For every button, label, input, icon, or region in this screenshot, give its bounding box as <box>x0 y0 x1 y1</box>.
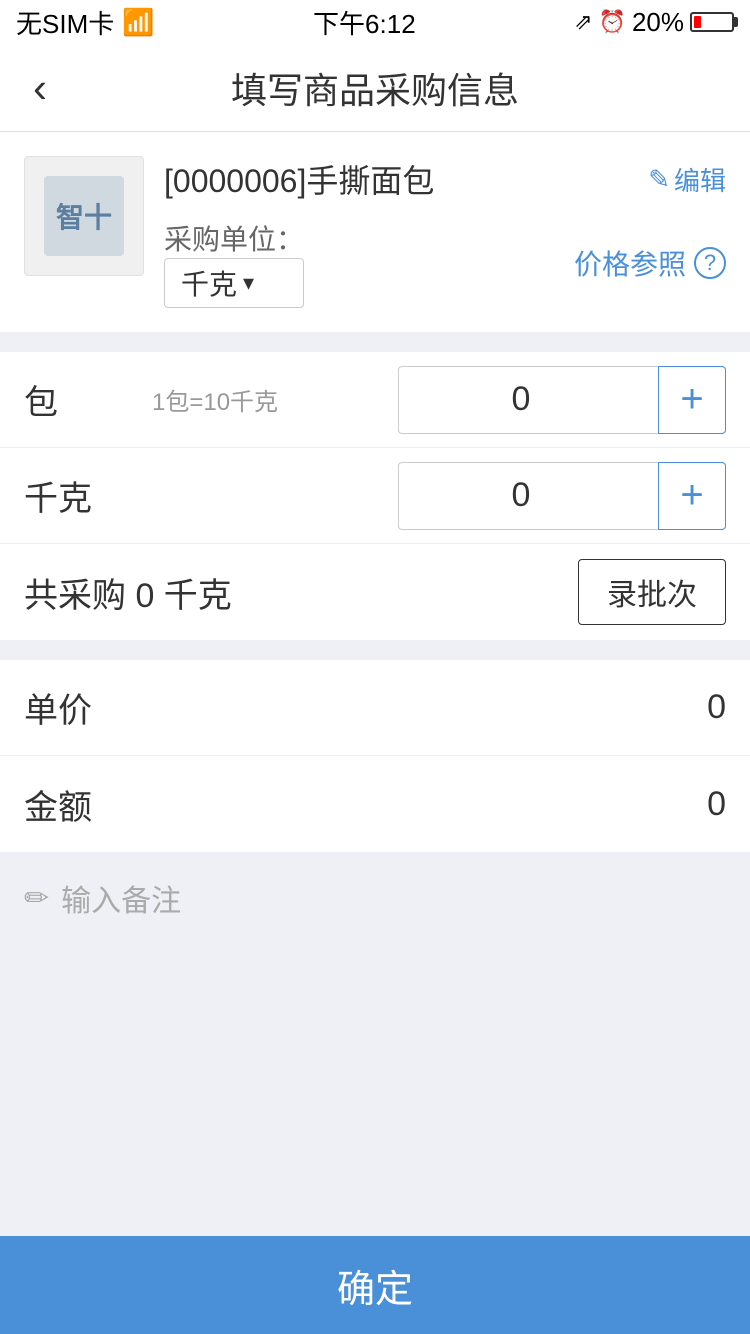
remark-section[interactable]: ✏ 输入备注 <box>0 852 750 944</box>
product-logo: 智十 <box>56 196 112 236</box>
wifi-icon: 📶 <box>122 7 154 38</box>
unit-row: 采购单位： 千克 ▾ 价格参照 ? <box>164 218 726 308</box>
product-image: 智十 <box>24 156 144 276</box>
kilogram-input[interactable] <box>398 462 658 530</box>
package-plus-button[interactable]: + <box>658 366 726 434</box>
status-right: ⇗ ⏰ 20% <box>574 7 734 38</box>
price-ref-label: 价格参照 <box>574 243 686 283</box>
back-icon: ‹ <box>33 64 47 112</box>
location-icon: ⇗ <box>574 9 592 35</box>
amount-value: 0 <box>707 785 726 824</box>
package-input-group: + <box>398 366 726 434</box>
dropdown-icon: ▾ <box>243 270 254 296</box>
unit-price-label: 单价 <box>24 683 92 732</box>
price-section: 单价 0 金额 0 <box>0 660 750 852</box>
alarm-icon: ⏰ <box>599 9 626 35</box>
product-info: [0000006]手撕面包 ✎ 编辑 采购单位： 千克 ▾ 价格参照 ? <box>164 156 726 308</box>
status-left: 无SIM卡 📶 <box>16 4 155 41</box>
form-section-package: 包 1包=10千克 + <box>0 352 750 448</box>
unit-price-row: 单价 0 <box>0 660 750 756</box>
remark-placeholder: 输入备注 <box>61 876 181 920</box>
unit-select[interactable]: 千克 ▾ <box>164 258 304 308</box>
page-title: 填写商品采购信息 <box>231 62 519 114</box>
form-section-kilogram: 千克 + <box>0 448 750 544</box>
product-name: [0000006]手撕面包 <box>164 156 434 202</box>
back-button[interactable]: ‹ <box>0 64 80 112</box>
kilogram-input-group: + <box>398 462 726 530</box>
kilogram-plus-button[interactable]: + <box>658 462 726 530</box>
kilogram-label: 千克 <box>24 471 144 520</box>
unit-label-group: 采购单位： 千克 ▾ <box>164 218 304 308</box>
package-sublabel: 1包=10千克 <box>152 382 278 417</box>
status-bar: 无SIM卡 📶 下午6:12 ⇗ ⏰ 20% <box>0 0 750 44</box>
unit-price-value: 0 <box>707 688 726 727</box>
product-name-row: [0000006]手撕面包 ✎ 编辑 <box>164 156 726 202</box>
battery-text: 20% <box>632 7 684 38</box>
help-icon: ? <box>694 247 726 279</box>
summary-row: 共采购 0 千克 录批次 <box>0 544 750 640</box>
pencil-icon: ✏ <box>24 881 49 916</box>
section-separator-1 <box>0 332 750 352</box>
content-filler <box>0 944 750 1244</box>
amount-row: 金额 0 <box>0 756 750 852</box>
batch-button[interactable]: 录批次 <box>578 559 726 625</box>
confirm-button[interactable]: 确定 <box>337 1258 413 1313</box>
edit-icon: ✎ <box>648 164 670 195</box>
carrier-text: 无SIM卡 <box>16 4 114 41</box>
kilogram-row: 千克 + <box>0 448 750 544</box>
battery-icon <box>690 12 734 32</box>
status-time: 下午6:12 <box>313 4 416 41</box>
package-label: 包 <box>24 375 144 424</box>
unit-label: 采购单位： <box>164 224 304 255</box>
amount-label: 金额 <box>24 780 92 829</box>
edit-button[interactable]: ✎ 编辑 <box>648 161 726 198</box>
nav-bar: ‹ 填写商品采购信息 <box>0 44 750 132</box>
product-card: 智十 [0000006]手撕面包 ✎ 编辑 采购单位： 千克 ▾ 价格参照 ? <box>0 132 750 332</box>
product-thumbnail: 智十 <box>44 176 124 256</box>
package-input[interactable] <box>398 366 658 434</box>
unit-value: 千克 <box>181 263 237 303</box>
package-row: 包 1包=10千克 + <box>0 352 750 448</box>
confirm-bar[interactable]: 确定 <box>0 1236 750 1334</box>
summary-text: 共采购 0 千克 <box>24 568 232 617</box>
section-separator-2 <box>0 640 750 660</box>
price-ref-button[interactable]: 价格参照 ? <box>574 243 726 283</box>
edit-label: 编辑 <box>674 161 726 198</box>
